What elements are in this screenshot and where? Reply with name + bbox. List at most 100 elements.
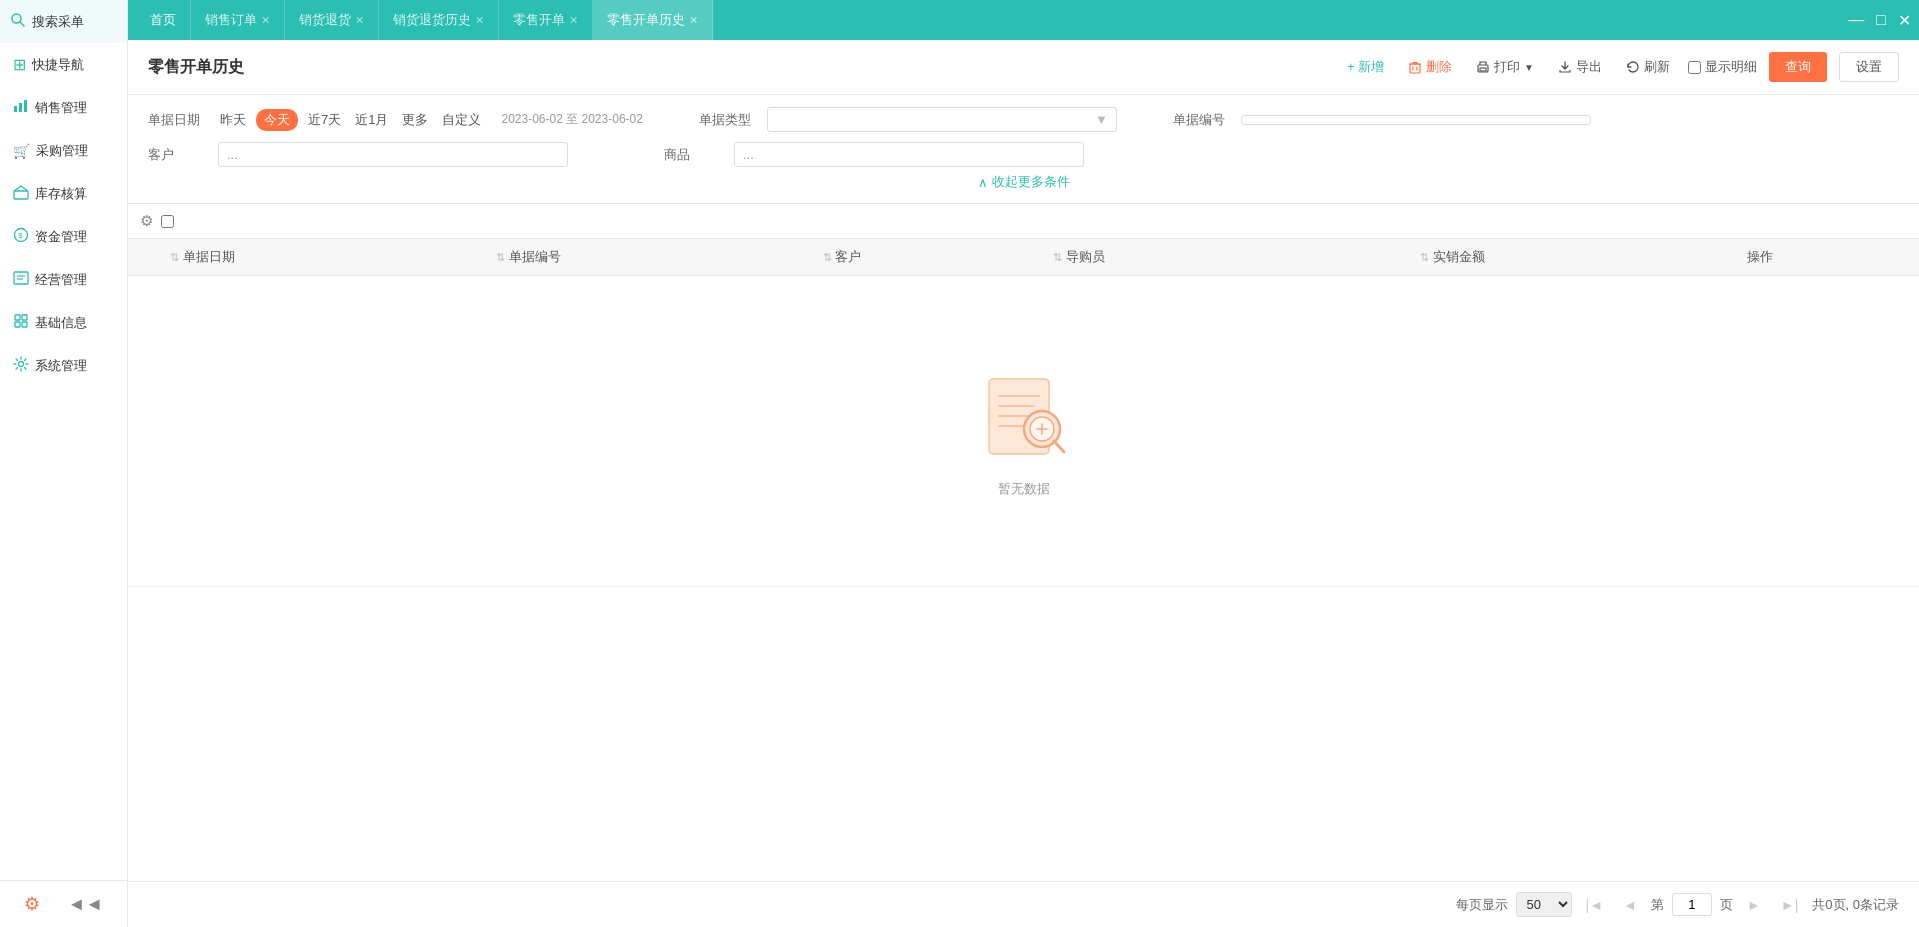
sidebar-item-base[interactable]: 基础信息 <box>0 301 127 344</box>
goods-label: 商品 <box>664 146 690 164</box>
tab-retail-history-label: 零售开单历史 <box>607 11 685 29</box>
sidebar-item-warehouse[interactable]: 库存核算 <box>0 172 127 215</box>
date-option-today[interactable]: 今天 <box>256 109 298 131</box>
minimize-button[interactable]: — <box>1848 11 1864 29</box>
th-customer-label: 客户 <box>835 249 861 264</box>
sidebar-search[interactable]: 搜索采单 <box>0 0 127 43</box>
sidebar-item-system[interactable]: 系统管理 <box>0 344 127 387</box>
th-checkbox <box>128 239 158 276</box>
select-all-checkbox[interactable] <box>161 215 174 228</box>
svg-rect-12 <box>22 315 27 320</box>
svg-rect-5 <box>14 191 28 199</box>
refresh-icon <box>1626 60 1640 74</box>
date-option-yesterday[interactable]: 昨天 <box>216 109 250 131</box>
filter-row-1: 单据日期 昨天 今天 近7天 近1月 更多 自定义 2023-06-02 至 2… <box>148 107 1899 132</box>
date-option-more[interactable]: 更多 <box>398 109 432 131</box>
tab-retail-history-close[interactable]: ✕ <box>689 14 698 27</box>
order-no-input[interactable] <box>1241 115 1591 125</box>
tabs-bar: 首页 销售订单 ✕ 销货退货 ✕ 销货退货历史 ✕ 零售开单 ✕ 零售开单历史 … <box>128 0 1919 40</box>
tab-sales-return-label: 销货退货 <box>299 11 351 29</box>
print-button[interactable]: 打印 ▼ <box>1470 54 1540 80</box>
th-customer-sort-icon: ⇅ <box>823 251 832 263</box>
tab-sales-return-history[interactable]: 销货退货历史 ✕ <box>379 0 499 40</box>
content-area: 零售开单历史 + 新增 删除 打印 ▼ 导出 刷新 <box>128 40 1919 927</box>
sidebar-item-label: 快捷导航 <box>32 56 84 74</box>
print-icon <box>1476 60 1490 74</box>
tab-home[interactable]: 首页 <box>136 0 191 40</box>
tab-retail-history[interactable]: 零售开单历史 ✕ <box>593 0 713 40</box>
sidebar-item-operations[interactable]: 经营管理 <box>0 258 127 301</box>
query-button[interactable]: 查询 <box>1769 52 1827 82</box>
svg-rect-8 <box>14 272 28 284</box>
svg-text:$: $ <box>18 231 23 240</box>
new-button[interactable]: + 新增 <box>1341 54 1390 80</box>
warehouse-icon <box>13 184 29 203</box>
th-guide[interactable]: ⇅ 导购员 <box>1041 239 1320 276</box>
next-page-button[interactable]: ► <box>1741 895 1767 915</box>
finance-icon: $ <box>13 227 29 246</box>
sidebar-item-label: 经营管理 <box>35 271 87 289</box>
per-page-select[interactable]: 50 100 200 <box>1516 892 1572 917</box>
refresh-button[interactable]: 刷新 <box>1620 54 1676 80</box>
data-table: ⇅ 单据日期 ⇅ 单据编号 ⇅ 客户 ⇅ 导购员 <box>128 239 1919 587</box>
window-controls: — □ ✕ <box>1848 11 1911 30</box>
date-option-custom[interactable]: 自定义 <box>438 109 485 131</box>
tab-retail-open[interactable]: 零售开单 ✕ <box>499 0 593 40</box>
chart-icon <box>13 98 29 118</box>
sidebar-item-label: 基础信息 <box>35 314 87 332</box>
th-customer[interactable]: ⇅ 客户 <box>811 239 1042 276</box>
export-button[interactable]: 导出 <box>1552 54 1608 80</box>
th-guide-sort-icon: ⇅ <box>1053 251 1062 263</box>
delete-button[interactable]: 删除 <box>1402 54 1458 80</box>
settings-icon[interactable]: ⚙ <box>24 893 40 915</box>
sidebar-bottom: ⚙ ◄◄ <box>0 880 127 927</box>
tab-sales-return-close[interactable]: ✕ <box>355 14 364 27</box>
sidebar-item-purchase[interactable]: 🛒 采购管理 <box>0 130 127 172</box>
date-option-7days[interactable]: 近7天 <box>304 109 345 131</box>
display-toggle[interactable]: 显示明细 <box>1688 58 1757 76</box>
page-title: 零售开单历史 <box>148 57 244 78</box>
prev-page-button[interactable]: ◄ <box>1617 895 1643 915</box>
cart-icon: 🛒 <box>13 143 30 159</box>
table-area: ⚙ ⇅ 单据日期 ⇅ 单据编号 <box>128 204 1919 881</box>
customer-label: 客户 <box>148 146 174 164</box>
goods-input[interactable]: ... <box>734 142 1084 167</box>
sidebar-item-finance[interactable]: $ 资金管理 <box>0 215 127 258</box>
column-settings-icon[interactable]: ⚙ <box>140 212 153 230</box>
th-amount[interactable]: ⇅ 实销金额 <box>1408 239 1734 276</box>
tab-sales-order[interactable]: 销售订单 ✕ <box>191 0 285 40</box>
date-option-1month[interactable]: 近1月 <box>351 109 392 131</box>
maximize-button[interactable]: □ <box>1876 11 1886 29</box>
tab-sales-order-close[interactable]: ✕ <box>261 14 270 27</box>
tab-sales-return-history-close[interactable]: ✕ <box>475 14 484 27</box>
svg-line-28 <box>1054 441 1064 452</box>
search-icon <box>10 12 26 31</box>
collapse-icon[interactable]: ◄◄ <box>68 894 104 915</box>
close-button[interactable]: ✕ <box>1898 11 1911 30</box>
first-page-button[interactable]: |◄ <box>1580 895 1610 915</box>
page-number-input[interactable] <box>1672 893 1712 916</box>
svg-rect-3 <box>19 103 22 112</box>
per-page-label: 每页显示 <box>1456 896 1508 914</box>
ops-icon <box>13 270 29 289</box>
setting-button[interactable]: 设置 <box>1839 52 1899 82</box>
page-label-pre: 第 <box>1651 896 1664 914</box>
page-label: 页 <box>1720 896 1733 914</box>
tab-retail-open-close[interactable]: ✕ <box>569 14 578 27</box>
print-dropdown-icon[interactable]: ▼ <box>1524 62 1534 73</box>
collapse-row[interactable]: ∧ 收起更多条件 <box>148 173 1899 191</box>
sidebar-item-quick-nav[interactable]: ⊞ 快捷导航 <box>0 43 127 86</box>
pagination: 每页显示 50 100 200 |◄ ◄ 第 页 ► ►| 共0页, 0条记录 <box>128 881 1919 927</box>
customer-input[interactable]: ... <box>218 142 568 167</box>
sidebar-item-label: 销售管理 <box>35 99 87 117</box>
last-page-button[interactable]: ►| <box>1775 895 1805 915</box>
trash-icon <box>1408 60 1422 74</box>
th-date[interactable]: ⇅ 单据日期 <box>158 239 484 276</box>
export-label: 导出 <box>1576 58 1602 76</box>
sidebar-item-sales[interactable]: 销售管理 <box>0 86 127 130</box>
th-no[interactable]: ⇅ 单据编号 <box>484 239 810 276</box>
order-no-label: 单据编号 <box>1173 111 1225 129</box>
order-type-select[interactable]: ▼ <box>767 107 1117 132</box>
display-checkbox[interactable] <box>1688 61 1701 74</box>
tab-sales-return[interactable]: 销货退货 ✕ <box>285 0 379 40</box>
